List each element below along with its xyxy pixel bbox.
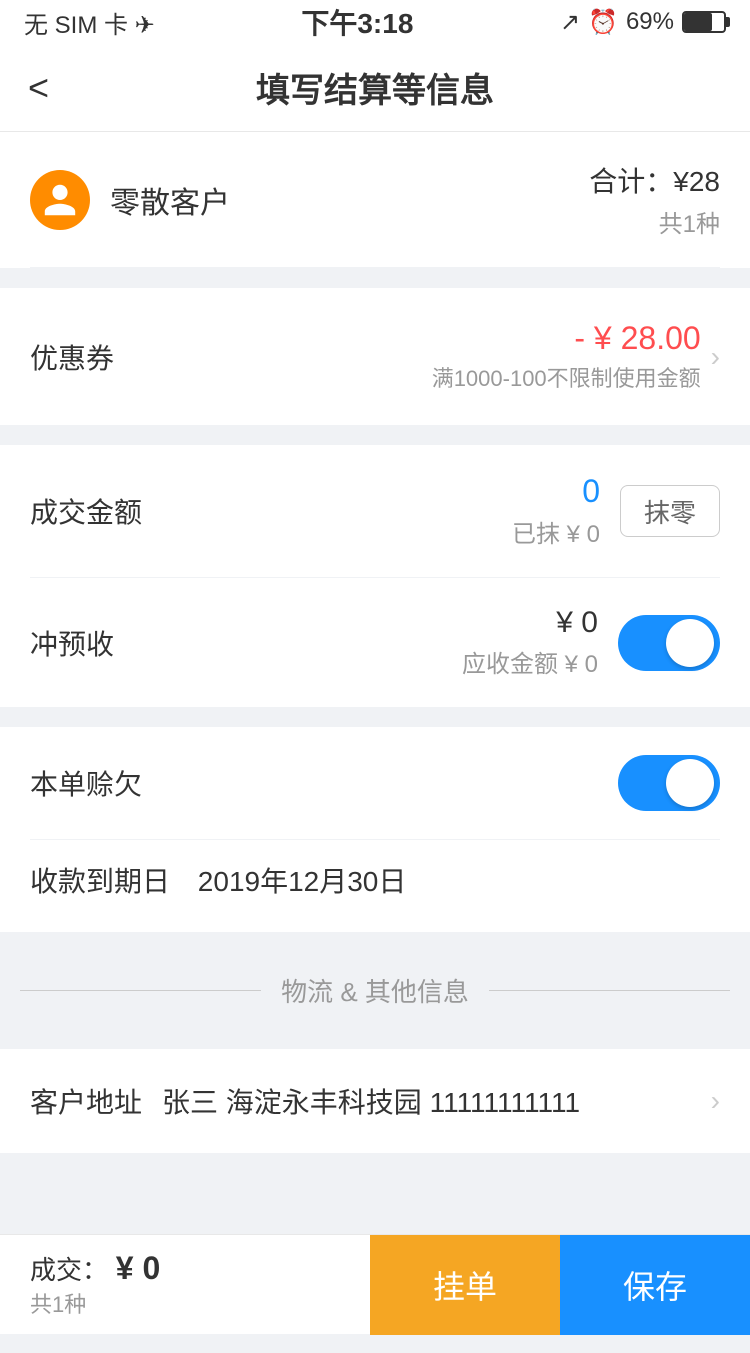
bottom-left: 成交： ¥ 0 共1种 <box>0 1250 370 1319</box>
bottom-deal-label: 成交： <box>30 1255 108 1285</box>
debt-section: 本单赊欠 收款到期日 2019年12月30日 <box>0 727 750 932</box>
coupon-desc: 满1000-100不限制使用金额 <box>432 361 701 393</box>
alarm-icon: ⏰ <box>588 8 618 37</box>
debt-label: 本单赊欠 <box>30 763 142 803</box>
deal-amount-value: 0 <box>512 473 600 510</box>
status-left: 无 SIM 卡 ✈ <box>24 5 155 40</box>
status-time: 下午3:18 <box>301 2 413 42</box>
prepay-row: 冲预收 ¥ 0 应收金额 ¥ 0 <box>30 578 720 707</box>
address-chevron-icon: › <box>711 1085 720 1117</box>
coupon-section: 优惠券 - ¥ 28.00 满1000-100不限制使用金额 › <box>0 288 750 425</box>
prepay-sub: 应收金额 ¥ 0 <box>462 644 598 679</box>
bottom-bar: 成交： ¥ 0 共1种 挂单 保存 <box>0 1234 750 1334</box>
sim-text: 无 SIM 卡 ✈ <box>24 5 155 40</box>
page-title: 填写结算等信息 <box>256 63 494 112</box>
battery-icon <box>682 11 726 33</box>
battery-percent: 69% <box>626 8 674 36</box>
divider-4 <box>0 932 750 952</box>
bottom-deal-count: 共1种 <box>30 1287 340 1319</box>
divider-1 <box>0 268 750 288</box>
customer-total: 合计：¥28 <box>589 160 720 200</box>
round-zero-button[interactable]: 抹零 <box>620 485 720 537</box>
nav-bar: < 填写结算等信息 <box>0 44 750 132</box>
coupon-label: 优惠券 <box>30 337 114 377</box>
deal-amount-row: 成交金额 0 已抹 ¥ 0 抹零 <box>30 445 720 578</box>
deal-prepay-section: 成交金额 0 已抹 ¥ 0 抹零 冲预收 ¥ 0 应收金额 ¥ 0 <box>0 445 750 707</box>
prepay-amount: ¥ 0 <box>462 606 598 640</box>
debt-toggle-knob <box>666 759 714 807</box>
hang-order-button[interactable]: 挂单 <box>370 1235 560 1335</box>
deal-amount-right: 0 已抹 ¥ 0 抹零 <box>512 473 720 549</box>
address-section: 客户地址 张三 海淀永丰科技园 11111111111 › <box>0 1049 750 1153</box>
prepay-toggle[interactable] <box>618 615 720 671</box>
customer-count: 共1种 <box>589 204 720 239</box>
prepay-label: 冲预收 <box>30 623 114 663</box>
customer-section: 零散客户 合计：¥28 共1种 <box>0 132 750 268</box>
deal-amount-values: 0 已抹 ¥ 0 <box>512 473 600 549</box>
bottom-deal-row: 成交： ¥ 0 <box>30 1250 340 1287</box>
deal-amount-sub: 已抹 ¥ 0 <box>512 514 600 549</box>
prepay-values: ¥ 0 应收金额 ¥ 0 <box>462 606 598 679</box>
due-date-row: 收款到期日 2019年12月30日 <box>30 839 720 932</box>
divider-5 <box>0 1029 750 1049</box>
customer-row: 零散客户 合计：¥28 共1种 <box>30 132 720 268</box>
coupon-amount: - ¥ 28.00 <box>432 320 701 357</box>
address-row[interactable]: 客户地址 张三 海淀永丰科技园 11111111111 › <box>30 1049 720 1153</box>
logistics-line-right <box>489 990 730 991</box>
chevron-right-icon: › <box>711 341 720 373</box>
deal-amount-label: 成交金额 <box>30 491 142 531</box>
customer-name: 零散客户 <box>110 178 230 222</box>
toggle-knob <box>666 619 714 667</box>
bottom-deal-amount: ¥ 0 <box>116 1250 160 1286</box>
logistics-label: 物流 & 其他信息 <box>281 972 469 1009</box>
coupon-info: - ¥ 28.00 满1000-100不限制使用金额 <box>432 320 701 393</box>
back-button[interactable]: < <box>28 67 49 109</box>
address-value: 张三 海淀永丰科技园 11111111111 <box>162 1081 711 1121</box>
customer-info: 零散客户 <box>30 170 230 230</box>
user-icon <box>41 181 79 219</box>
debt-toggle[interactable] <box>618 755 720 811</box>
logistics-header: 物流 & 其他信息 <box>0 952 750 1029</box>
coupon-right: - ¥ 28.00 满1000-100不限制使用金额 › <box>432 320 720 393</box>
due-date-value: 2019年12月30日 <box>198 866 407 897</box>
customer-avatar <box>30 170 90 230</box>
customer-total-section: 合计：¥28 共1种 <box>589 160 720 239</box>
due-date-label: 收款到期日 <box>30 866 170 897</box>
logistics-line-left <box>20 990 261 991</box>
divider-3 <box>0 707 750 727</box>
divider-2 <box>0 425 750 445</box>
debt-row: 本单赊欠 <box>30 727 720 839</box>
save-button[interactable]: 保存 <box>560 1235 750 1335</box>
address-label: 客户地址 <box>30 1081 142 1121</box>
coupon-row[interactable]: 优惠券 - ¥ 28.00 满1000-100不限制使用金额 › <box>30 288 720 425</box>
prepay-right: ¥ 0 应收金额 ¥ 0 <box>462 606 720 679</box>
location-icon: ↗ <box>560 8 580 37</box>
status-bar: 无 SIM 卡 ✈ 下午3:18 ↗ ⏰ 69% <box>0 0 750 44</box>
status-right: ↗ ⏰ 69% <box>560 8 726 37</box>
